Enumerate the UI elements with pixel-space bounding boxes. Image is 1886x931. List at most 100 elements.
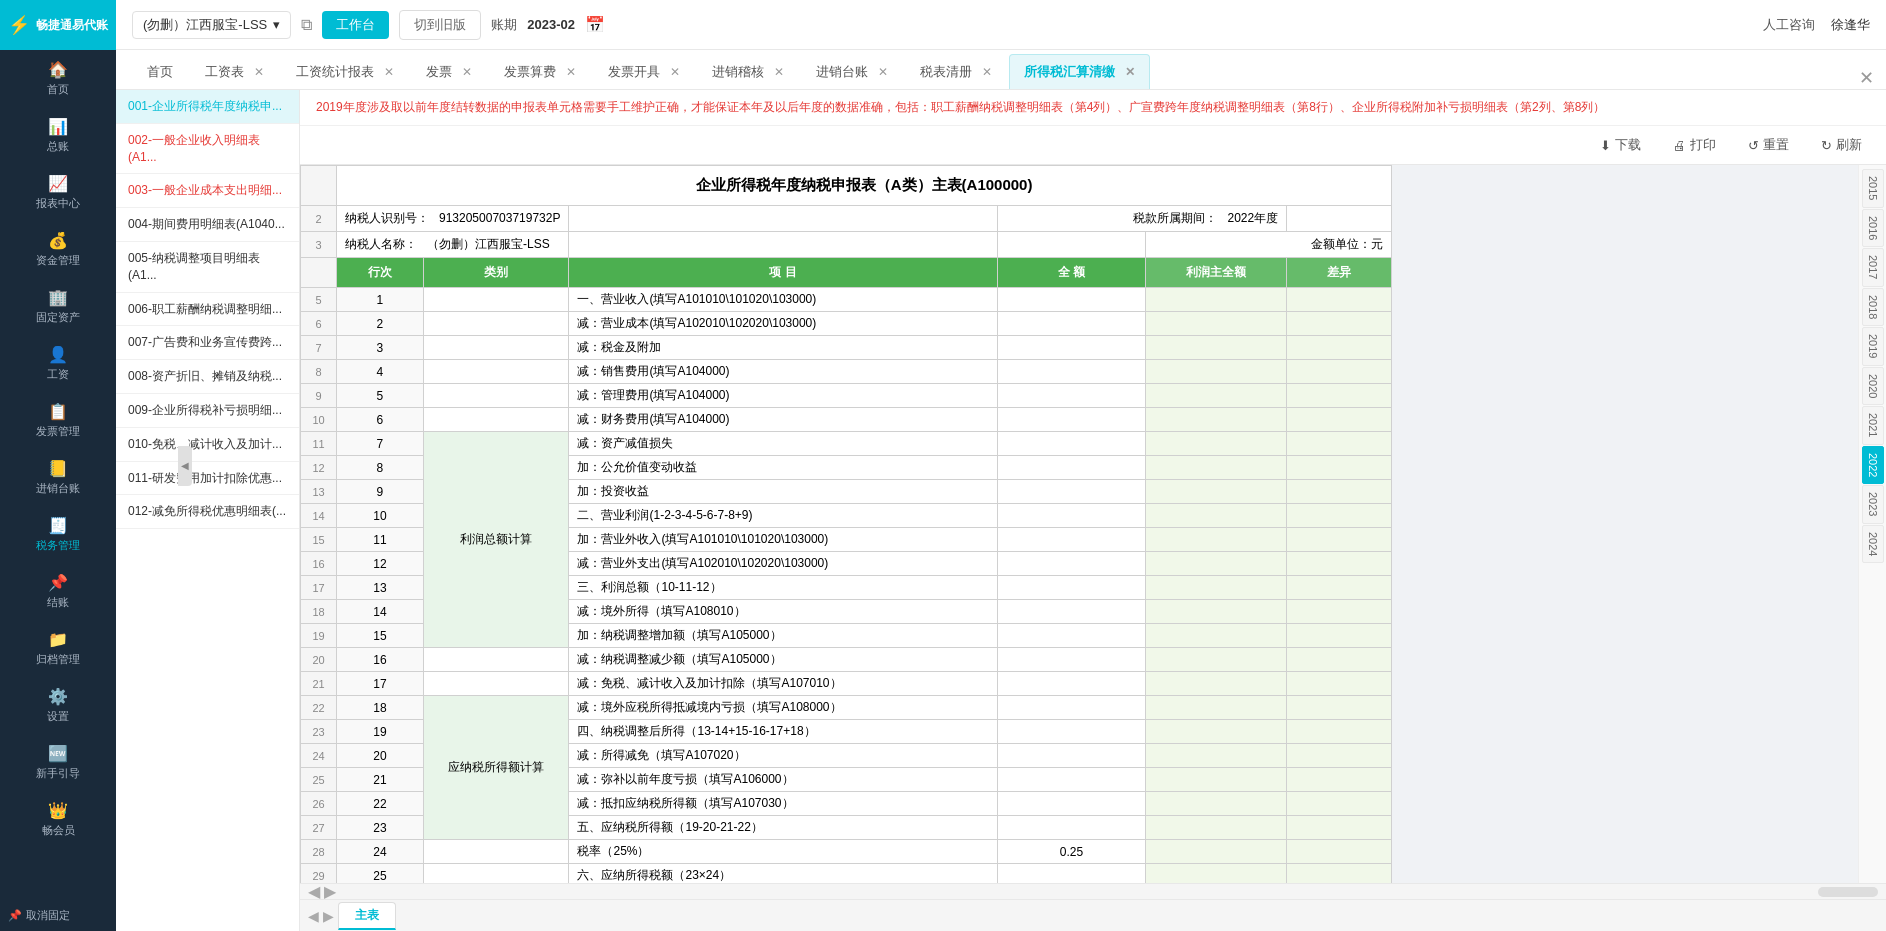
nav-tab-close-8[interactable]: ✕: [982, 65, 992, 79]
diff-cell-23[interactable]: [1287, 840, 1392, 864]
close-all-tabs-btn[interactable]: ✕: [1847, 67, 1886, 89]
form-list-item-0[interactable]: 001-企业所得税年度纳税申...: [116, 90, 299, 124]
amount-cell-23[interactable]: 0.25: [997, 840, 1145, 864]
profit-cell-14[interactable]: [1146, 624, 1287, 648]
form-list-item-4[interactable]: 005-纳税调整项目明细表(A1...: [116, 242, 299, 293]
nav-tab-close-4[interactable]: ✕: [566, 65, 576, 79]
sidebar-item-7[interactable]: 📒进销台账: [0, 449, 116, 506]
nav-tab-0[interactable]: 首页: [132, 54, 188, 89]
amount-cell-13[interactable]: [997, 600, 1145, 624]
form-list-item-5[interactable]: 006-职工薪酬纳税调整明细...: [116, 293, 299, 327]
form-list-item-7[interactable]: 008-资产折旧、摊销及纳税...: [116, 360, 299, 394]
diff-cell-20[interactable]: [1287, 768, 1392, 792]
diff-cell-4[interactable]: [1287, 384, 1392, 408]
amount-cell-18[interactable]: [997, 720, 1145, 744]
year-nav-btn-2020[interactable]: 2020: [1862, 367, 1884, 405]
profit-cell-13[interactable]: [1146, 600, 1287, 624]
profit-cell-1[interactable]: [1146, 312, 1287, 336]
profit-cell-6[interactable]: [1146, 432, 1287, 456]
form-list-item-3[interactable]: 004-期间费用明细表(A1040...: [116, 208, 299, 242]
amount-cell-12[interactable]: [997, 576, 1145, 600]
diff-cell-3[interactable]: [1287, 360, 1392, 384]
amount-cell-7[interactable]: [997, 456, 1145, 480]
horizontal-scrollbar[interactable]: ◀ ▶: [300, 883, 1886, 899]
profit-cell-7[interactable]: [1146, 456, 1287, 480]
profit-cell-23[interactable]: [1146, 840, 1287, 864]
diff-cell-18[interactable]: [1287, 720, 1392, 744]
amount-cell-8[interactable]: [997, 480, 1145, 504]
year-nav-btn-2018[interactable]: 2018: [1862, 288, 1884, 326]
spreadsheet-container[interactable]: 企业所得税年度纳税申报表（A类）主表(A100000) 2 纳税人识别号： 91…: [300, 165, 1858, 883]
profit-cell-15[interactable]: [1146, 648, 1287, 672]
amount-cell-19[interactable]: [997, 744, 1145, 768]
sidebar-item-4[interactable]: 🏢固定资产: [0, 278, 116, 335]
nav-tab-1[interactable]: 工资表✕: [190, 54, 279, 89]
sheet-nav-right[interactable]: ▶: [323, 908, 334, 924]
sidebar-item-11[interactable]: ⚙️设置: [0, 677, 116, 734]
nav-tab-close-3[interactable]: ✕: [462, 65, 472, 79]
diff-cell-14[interactable]: [1287, 624, 1392, 648]
profit-cell-21[interactable]: [1146, 792, 1287, 816]
print-button[interactable]: 🖨 打印: [1665, 132, 1724, 158]
sidebar-item-9[interactable]: 📌结账: [0, 563, 116, 620]
sidebar-item-6[interactable]: 📋发票管理: [0, 392, 116, 449]
amount-cell-21[interactable]: [997, 792, 1145, 816]
company-selector[interactable]: (勿删）江西服宝-LSS ▾: [132, 11, 291, 39]
diff-cell-2[interactable]: [1287, 336, 1392, 360]
profit-cell-12[interactable]: [1146, 576, 1287, 600]
sidebar-item-3[interactable]: 💰资金管理: [0, 221, 116, 278]
profit-cell-5[interactable]: [1146, 408, 1287, 432]
amount-cell-15[interactable]: [997, 648, 1145, 672]
nav-tab-8[interactable]: 税表清册✕: [905, 54, 1007, 89]
form-list-item-2[interactable]: 003-一般企业成本支出明细...: [116, 174, 299, 208]
amount-cell-5[interactable]: [997, 408, 1145, 432]
profit-cell-16[interactable]: [1146, 672, 1287, 696]
amount-cell-14[interactable]: [997, 624, 1145, 648]
form-list-item-8[interactable]: 009-企业所得税补亏损明细...: [116, 394, 299, 428]
diff-cell-10[interactable]: [1287, 528, 1392, 552]
nav-tab-5[interactable]: 发票开具✕: [593, 54, 695, 89]
profit-cell-24[interactable]: [1146, 864, 1287, 883]
nav-tab-close-5[interactable]: ✕: [670, 65, 680, 79]
sidebar-item-0[interactable]: 🏠首页: [0, 50, 116, 107]
profit-cell-19[interactable]: [1146, 744, 1287, 768]
form-list-item-1[interactable]: 002-一般企业收入明细表(A1...: [116, 124, 299, 175]
diff-cell-15[interactable]: [1287, 648, 1392, 672]
profit-cell-11[interactable]: [1146, 552, 1287, 576]
profit-cell-10[interactable]: [1146, 528, 1287, 552]
form-list-item-10[interactable]: 011-研发费用加计扣除优惠...: [116, 462, 299, 496]
sidebar-item-12[interactable]: 🆕新手引导: [0, 734, 116, 791]
sheet-nav-left[interactable]: ◀: [308, 908, 319, 924]
diff-cell-9[interactable]: [1287, 504, 1392, 528]
nav-tab-close-2[interactable]: ✕: [384, 65, 394, 79]
sidebar-item-8[interactable]: 🧾税务管理: [0, 506, 116, 563]
profit-cell-18[interactable]: [1146, 720, 1287, 744]
collapse-panel-btn[interactable]: ◀: [178, 446, 192, 486]
year-nav-btn-2016[interactable]: 2016: [1862, 209, 1884, 247]
form-list-item-6[interactable]: 007-广告费和业务宣传费跨...: [116, 326, 299, 360]
sidebar-item-1[interactable]: 📊总账: [0, 107, 116, 164]
nav-tab-close-1[interactable]: ✕: [254, 65, 264, 79]
profit-cell-9[interactable]: [1146, 504, 1287, 528]
nav-tab-9[interactable]: 所得税汇算清缴✕: [1009, 54, 1150, 89]
sidebar-item-13[interactable]: 👑畅会员: [0, 791, 116, 848]
amount-cell-3[interactable]: [997, 360, 1145, 384]
diff-cell-5[interactable]: [1287, 408, 1392, 432]
diff-cell-11[interactable]: [1287, 552, 1392, 576]
year-nav-btn-2017[interactable]: 2017: [1862, 248, 1884, 286]
year-nav-btn-2021[interactable]: 2021: [1862, 406, 1884, 444]
amount-cell-20[interactable]: [997, 768, 1145, 792]
diff-cell-13[interactable]: [1287, 600, 1392, 624]
nav-tab-6[interactable]: 进销稽核✕: [697, 54, 799, 89]
amount-cell-6[interactable]: [997, 432, 1145, 456]
diff-cell-8[interactable]: [1287, 480, 1392, 504]
nav-tab-4[interactable]: 发票算费✕: [489, 54, 591, 89]
amount-cell-17[interactable]: [997, 696, 1145, 720]
reset-button[interactable]: ↺ 重置: [1740, 132, 1797, 158]
form-list-item-9[interactable]: 010-免税、减计收入及加计...: [116, 428, 299, 462]
nav-tab-2[interactable]: 工资统计报表✕: [281, 54, 409, 89]
sheet-scroll-handle[interactable]: [1818, 887, 1878, 897]
diff-cell-6[interactable]: [1287, 432, 1392, 456]
year-nav-btn-2023[interactable]: 2023: [1862, 485, 1884, 523]
work-platform-button[interactable]: 工作台: [322, 11, 389, 39]
